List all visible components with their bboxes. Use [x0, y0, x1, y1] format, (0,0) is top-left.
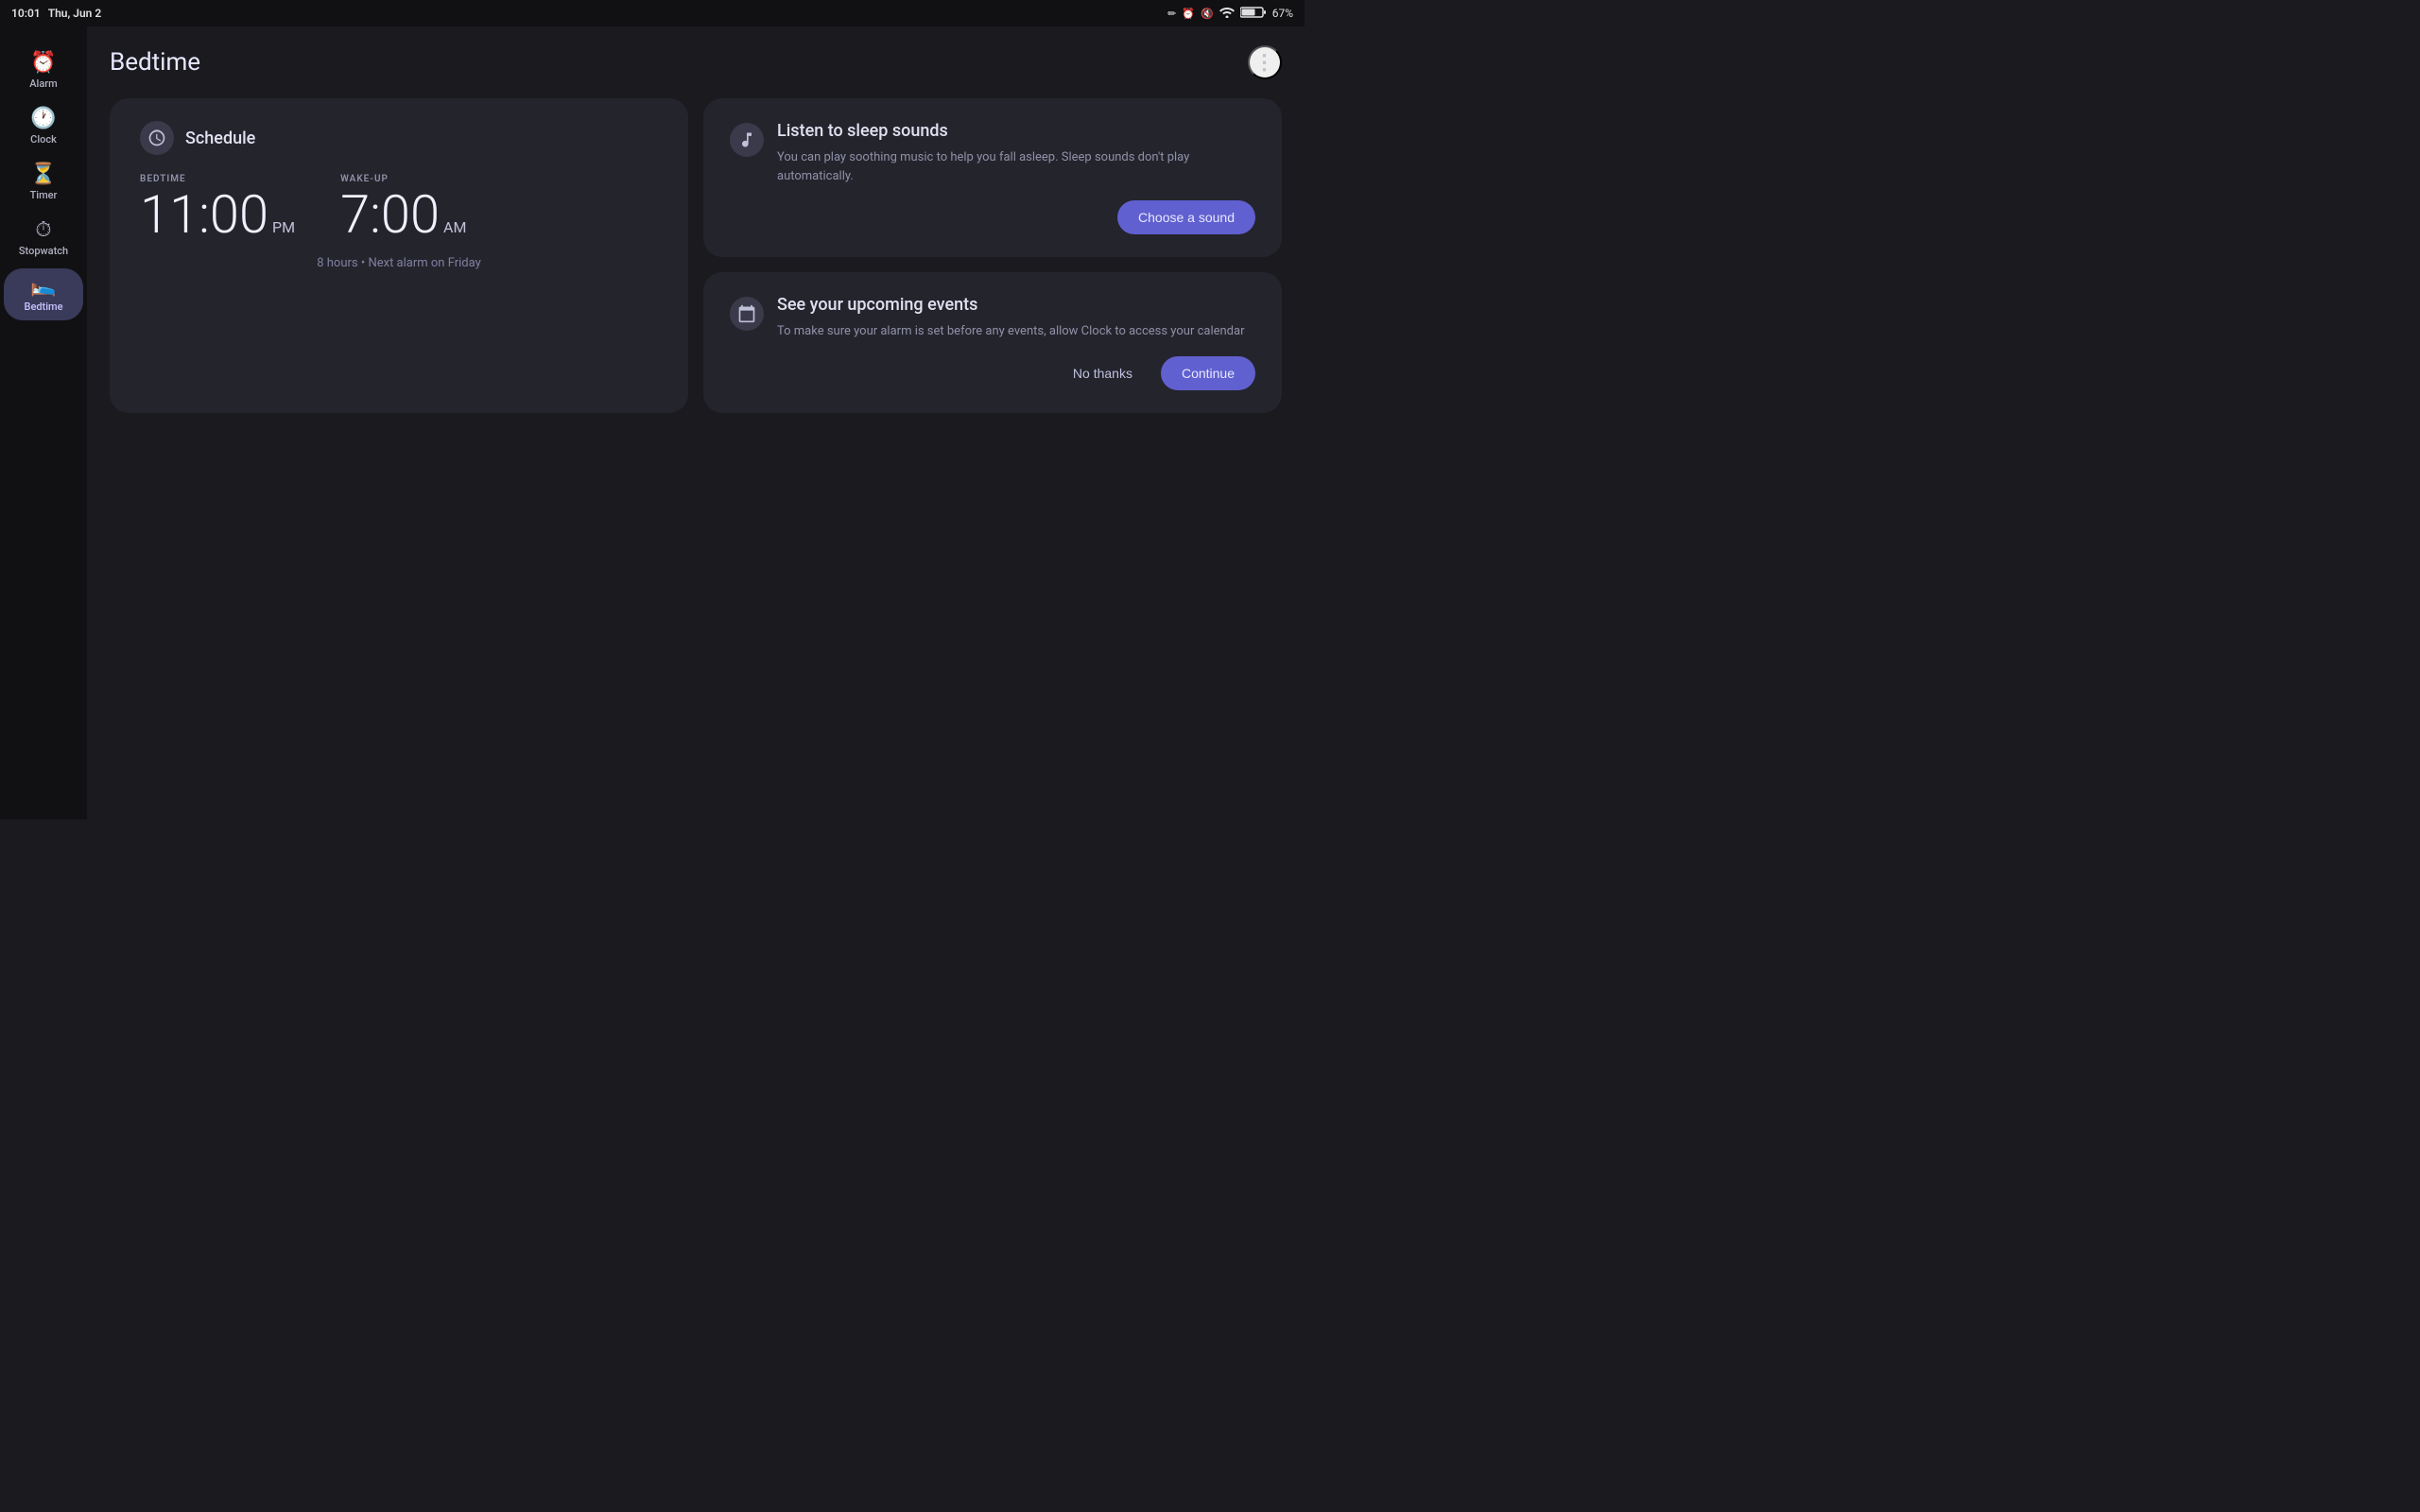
sleep-sounds-text: Listen to sleep sounds You can play soot…: [777, 121, 1255, 185]
timer-nav-icon: ⏳: [30, 164, 56, 185]
choose-sound-button[interactable]: Choose a sound: [1117, 200, 1255, 234]
right-cards: Listen to sleep sounds You can play soot…: [703, 98, 1282, 413]
schedule-icon: [140, 121, 174, 155]
alarm-icon: ⏰: [1182, 8, 1195, 20]
sleep-sounds-title: Listen to sleep sounds: [777, 121, 1255, 141]
sidebar-item-clock-label: Clock: [30, 133, 57, 146]
upcoming-events-actions: No thanks Continue: [730, 356, 1255, 390]
sleep-sounds-actions: Choose a sound: [730, 200, 1255, 234]
status-icons: ✏ ⏰ 🔇 67%: [1167, 7, 1293, 21]
bedtime-nav-icon: 🛌: [30, 276, 56, 297]
sleep-sounds-desc: You can play soothing music to help you …: [777, 148, 1255, 185]
battery-percent: 67%: [1272, 7, 1293, 20]
sidebar-item-alarm[interactable]: ⏰ Alarm: [4, 45, 83, 97]
page-title: Bedtime: [110, 48, 200, 77]
sidebar-item-stopwatch[interactable]: ⏱ Stopwatch: [4, 213, 83, 265]
upcoming-events-text: See your upcoming events To make sure yo…: [777, 295, 1255, 341]
upcoming-events-card: See your upcoming events To make sure yo…: [703, 272, 1282, 413]
battery-icon: [1240, 7, 1267, 21]
upcoming-events-header: See your upcoming events To make sure yo…: [730, 295, 1255, 341]
mute-icon: 🔇: [1201, 8, 1214, 20]
wakeup-hour: 7:00: [340, 188, 440, 241]
status-bar: 10:01 Thu, Jun 2 ✏ ⏰ 🔇 67%: [0, 0, 1305, 26]
more-menu-button[interactable]: ⋮: [1248, 45, 1282, 79]
wakeup-display: 7:00 AM: [340, 188, 466, 241]
sidebar-item-bedtime[interactable]: 🛌 Bedtime: [4, 268, 83, 320]
bedtime-ampm: PM: [272, 218, 295, 236]
sidebar-item-timer[interactable]: ⏳ Timer: [4, 157, 83, 209]
schedule-info: 8 hours • Next alarm on Friday: [140, 256, 658, 270]
schedule-card-header: Schedule: [140, 121, 658, 155]
main-content: Bedtime ⋮ Schedule BEDTIME 11:00: [87, 26, 1305, 819]
sidebar: ⏰ Alarm 🕐 Clock ⏳ Timer ⏱ Stopwatch 🛌 Be…: [0, 26, 87, 819]
sleep-sounds-header: Listen to sleep sounds You can play soot…: [730, 121, 1255, 185]
upcoming-events-desc: To make sure your alarm is set before an…: [777, 322, 1255, 341]
status-time: 10:01: [11, 7, 41, 20]
sidebar-item-alarm-label: Alarm: [29, 77, 58, 90]
no-thanks-button[interactable]: No thanks: [1056, 356, 1150, 390]
bedtime-block: BEDTIME 11:00 PM: [140, 174, 295, 241]
stopwatch-nav-icon: ⏱: [35, 220, 51, 241]
schedule-card-title: Schedule: [185, 129, 255, 148]
bedtime-hour: 11:00: [140, 188, 268, 241]
alarm-nav-icon: ⏰: [30, 53, 56, 74]
status-date: Thu, Jun 2: [48, 7, 102, 20]
upcoming-events-icon: [730, 297, 764, 331]
schedule-times: BEDTIME 11:00 PM WAKE-UP 7:00 AM: [140, 174, 658, 241]
page-header: Bedtime ⋮: [110, 45, 1282, 79]
wakeup-block: WAKE-UP 7:00 AM: [340, 174, 466, 241]
pencil-icon: ✏: [1167, 8, 1176, 20]
bedtime-display: 11:00 PM: [140, 188, 295, 241]
sleep-sounds-icon: [730, 123, 764, 157]
sidebar-item-timer-label: Timer: [30, 189, 58, 201]
sidebar-item-clock[interactable]: 🕐 Clock: [4, 101, 83, 153]
sleep-sounds-card: Listen to sleep sounds You can play soot…: [703, 98, 1282, 257]
continue-button[interactable]: Continue: [1161, 356, 1255, 390]
cards-grid: Schedule BEDTIME 11:00 PM WAKE-UP 7:00 A…: [110, 98, 1282, 413]
upcoming-events-title: See your upcoming events: [777, 295, 1255, 315]
clock-nav-icon: 🕐: [30, 109, 56, 129]
wifi-icon: [1219, 7, 1235, 21]
sidebar-item-bedtime-label: Bedtime: [25, 301, 63, 313]
schedule-card: Schedule BEDTIME 11:00 PM WAKE-UP 7:00 A…: [110, 98, 688, 413]
status-time-date: 10:01 Thu, Jun 2: [11, 7, 101, 20]
sidebar-item-stopwatch-label: Stopwatch: [19, 245, 68, 257]
wakeup-ampm: AM: [443, 218, 466, 236]
